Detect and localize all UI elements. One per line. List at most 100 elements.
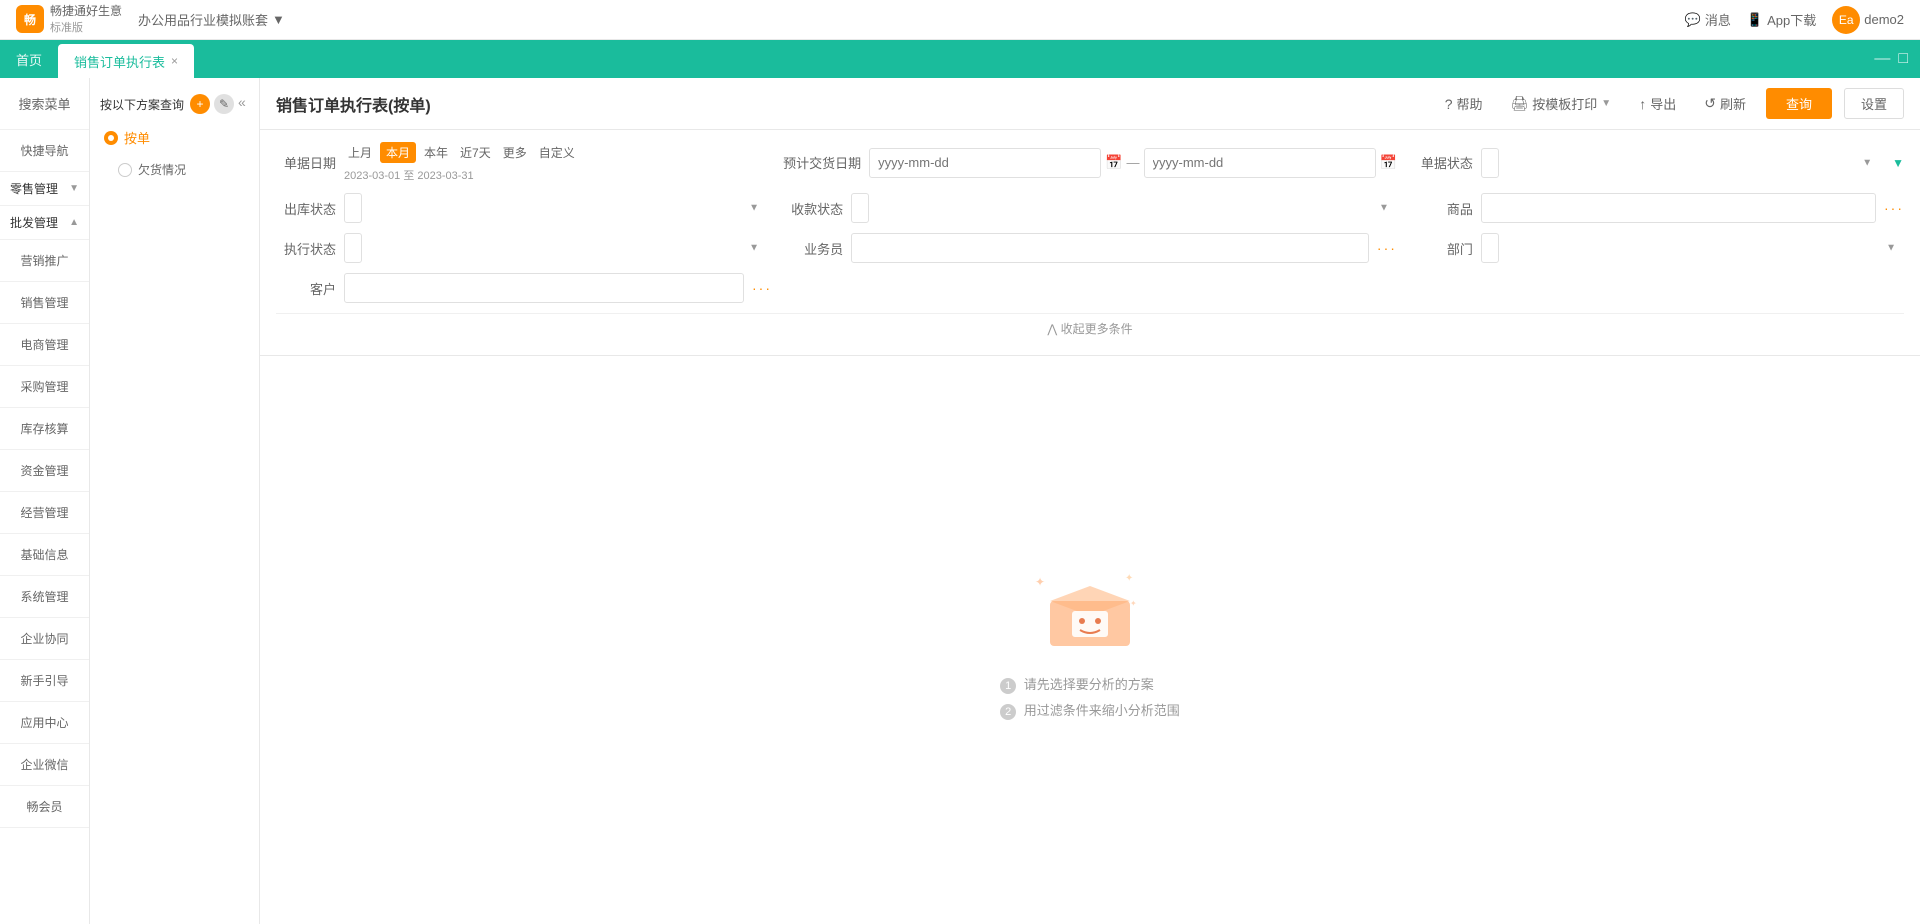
sidebar-item-operations[interactable]: 经营管理 xyxy=(0,492,89,533)
sidebar-wechat: 企业微信 xyxy=(0,744,89,786)
sidebar-item-enterprise[interactable]: 企业协同 xyxy=(0,618,89,659)
sidebar-inventory: 库存核算 xyxy=(0,408,89,450)
print-btn[interactable]: 🖨 按模板打印 ▼ xyxy=(1503,90,1620,117)
left-panel-header: 按以下方案查询 + ✎ « xyxy=(90,88,259,120)
nav-right: — □ xyxy=(1874,40,1920,78)
settings-button[interactable]: 设置 xyxy=(1844,88,1904,119)
sidebar-ecommerce: 电商管理 xyxy=(0,324,89,366)
shipping-status-select[interactable] xyxy=(344,193,362,223)
collapse-panel-btn[interactable]: « xyxy=(238,94,246,114)
export-btn[interactable]: ↑ 导出 xyxy=(1631,90,1684,117)
dept-label: 部门 xyxy=(1413,239,1473,258)
sidebar-item-retail[interactable]: 零售管理 ▼ xyxy=(0,172,89,205)
date-tab-custom[interactable]: 自定义 xyxy=(535,142,579,163)
edit-scheme-btn[interactable]: ✎ xyxy=(214,94,234,114)
date-field-label: 单据日期 xyxy=(276,153,336,172)
order-status-expand-icon[interactable]: ▼ xyxy=(1892,156,1904,170)
avatar: Ea xyxy=(1832,6,1860,34)
date-tab-this-year[interactable]: 本年 xyxy=(420,142,452,163)
logo-sub: 标准版 xyxy=(50,19,122,35)
logo-icon: 畅 xyxy=(16,5,44,33)
filter-goods-item: 商品 ··· xyxy=(1413,193,1904,223)
sidebar-item-wholesale[interactable]: 批发管理 ▲ xyxy=(0,206,89,239)
refresh-btn[interactable]: ↺ 刷新 xyxy=(1696,90,1754,117)
account-selector[interactable]: 办公用品行业模拟账套 ▼ xyxy=(130,10,293,29)
sidebar-item-sales[interactable]: 销售管理 xyxy=(0,282,89,323)
sidebar-app-center: 应用中心 xyxy=(0,702,89,744)
add-scheme-btn[interactable]: + xyxy=(190,94,210,114)
sidebar-finance: 资金管理 xyxy=(0,450,89,492)
sidebar-wholesale: 批发管理 ▲ xyxy=(0,206,89,240)
user-avatar[interactable]: Ea demo2 xyxy=(1832,6,1904,34)
search-menu-btn[interactable]: 搜索菜单 xyxy=(8,88,81,119)
query-button[interactable]: 查询 xyxy=(1766,88,1832,119)
nav-spacer xyxy=(194,40,1874,78)
goods-input[interactable] xyxy=(1481,193,1876,223)
expected-date-end-input[interactable] xyxy=(1144,148,1376,178)
sidebar-item-purchase[interactable]: 采购管理 xyxy=(0,366,89,407)
payment-status-select[interactable] xyxy=(851,193,869,223)
exec-status-wrapper xyxy=(344,233,767,263)
dept-select[interactable] xyxy=(1481,233,1499,263)
svg-text:✦: ✦ xyxy=(1035,575,1045,589)
sidebar-item-marketing[interactable]: 营销推广 xyxy=(0,240,89,281)
sidebar-item-member[interactable]: 畅会员 xyxy=(0,786,89,827)
salesperson-input[interactable] xyxy=(851,233,1369,263)
empty-svg: ✦ ✦ ✦ xyxy=(1030,556,1150,656)
help-btn[interactable]: ? 帮助 xyxy=(1437,90,1491,117)
print-dropdown-arrow-icon: ▼ xyxy=(1601,98,1611,109)
app-download-btn[interactable]: 📱 App下载 xyxy=(1747,10,1816,29)
sidebar-item-finance[interactable]: 资金管理 xyxy=(0,450,89,491)
minimize-btn[interactable]: — xyxy=(1874,50,1890,68)
date-tab-7days[interactable]: 近7天 xyxy=(456,142,495,163)
collapse-more-conditions-btn[interactable]: ⋀ 收起更多条件 xyxy=(276,313,1904,343)
sidebar-item-ecommerce[interactable]: 电商管理 xyxy=(0,324,89,365)
page-content: 销售订单执行表(按单) ? 帮助 🖨 按模板打印 ▼ ↑ 导出 xyxy=(260,78,1920,924)
sidebar-retail: 零售管理 ▼ xyxy=(0,172,89,206)
order-status-select[interactable] xyxy=(1481,148,1499,178)
sidebar-item-wechat[interactable]: 企业微信 xyxy=(0,744,89,785)
filter-row-2: 出库状态 收款状态 xyxy=(276,193,1904,223)
collapse-icon: ⋀ xyxy=(1047,322,1057,336)
filter-area: 单据日期 上月 本月 本年 近7天 更多 自定义 2023-03-01 至 20… xyxy=(260,130,1920,356)
top-bar: 畅 畅捷通好生意 标准版 办公用品行业模拟账套 ▼ 💬 消息 📱 App下载 E… xyxy=(0,0,1920,40)
dept-wrapper xyxy=(1481,233,1904,263)
filter-date-item: 单据日期 上月 本月 本年 近7天 更多 自定义 2023-03-01 至 20… xyxy=(276,142,767,183)
message-btn[interactable]: 💬 消息 xyxy=(1685,10,1731,29)
top-bar-left: 畅 畅捷通好生意 标准版 办公用品行业模拟账套 ▼ xyxy=(16,4,293,34)
expected-date-start-input[interactable] xyxy=(869,148,1101,178)
top-bar-right: 💬 消息 📱 App下载 Ea demo2 xyxy=(1685,6,1904,34)
maximize-btn[interactable]: □ xyxy=(1898,50,1908,68)
sidebar-member: 畅会员 xyxy=(0,786,89,828)
calendar-end-icon[interactable]: 📅 xyxy=(1380,154,1397,171)
sidebar-item-app-center[interactable]: 应用中心 xyxy=(0,702,89,743)
salesperson-more-btn[interactable]: ··· xyxy=(1377,240,1397,256)
calendar-start-icon[interactable]: 📅 xyxy=(1105,154,1122,171)
help-icon: ? xyxy=(1445,96,1453,112)
sidebar-item-inventory[interactable]: 库存核算 xyxy=(0,408,89,449)
exec-status-select[interactable] xyxy=(344,233,362,263)
date-tab-more[interactable]: 更多 xyxy=(499,142,531,163)
customer-input[interactable] xyxy=(344,273,744,303)
export-icon: ↑ xyxy=(1639,96,1646,112)
date-tab-last-month[interactable]: 上月 xyxy=(344,142,376,163)
date-tab-this-month[interactable]: 本月 xyxy=(380,142,416,163)
svg-text:✦: ✦ xyxy=(1125,573,1133,584)
sidebar-item-quick-nav[interactable]: 快捷导航 xyxy=(0,130,89,171)
sidebar-purchase: 采购管理 xyxy=(0,366,89,408)
goods-more-btn[interactable]: ··· xyxy=(1884,200,1904,216)
tab-close-btn[interactable]: × xyxy=(171,54,178,68)
tab-sales-order-exec[interactable]: 销售订单执行表 × xyxy=(58,44,194,78)
scheme-item-shortage[interactable]: 欠货情况 xyxy=(90,155,259,184)
sidebar-marketing: 营销推广 xyxy=(0,240,89,282)
sidebar-item-system[interactable]: 系统管理 xyxy=(0,576,89,617)
tab-home[interactable]: 首页 xyxy=(0,40,58,78)
sidebar-enterprise: 企业协同 xyxy=(0,618,89,660)
filter-row-1: 单据日期 上月 本月 本年 近7天 更多 自定义 2023-03-01 至 20… xyxy=(276,142,1904,183)
sidebar-item-basic-info[interactable]: 基础信息 xyxy=(0,534,89,575)
order-status-label: 单据状态 xyxy=(1413,153,1473,172)
customer-more-btn[interactable]: ··· xyxy=(752,280,772,296)
scheme-item-order[interactable]: 按单 xyxy=(90,120,259,155)
sidebar-item-newbie[interactable]: 新手引导 xyxy=(0,660,89,701)
download-icon: 📱 xyxy=(1747,12,1763,28)
